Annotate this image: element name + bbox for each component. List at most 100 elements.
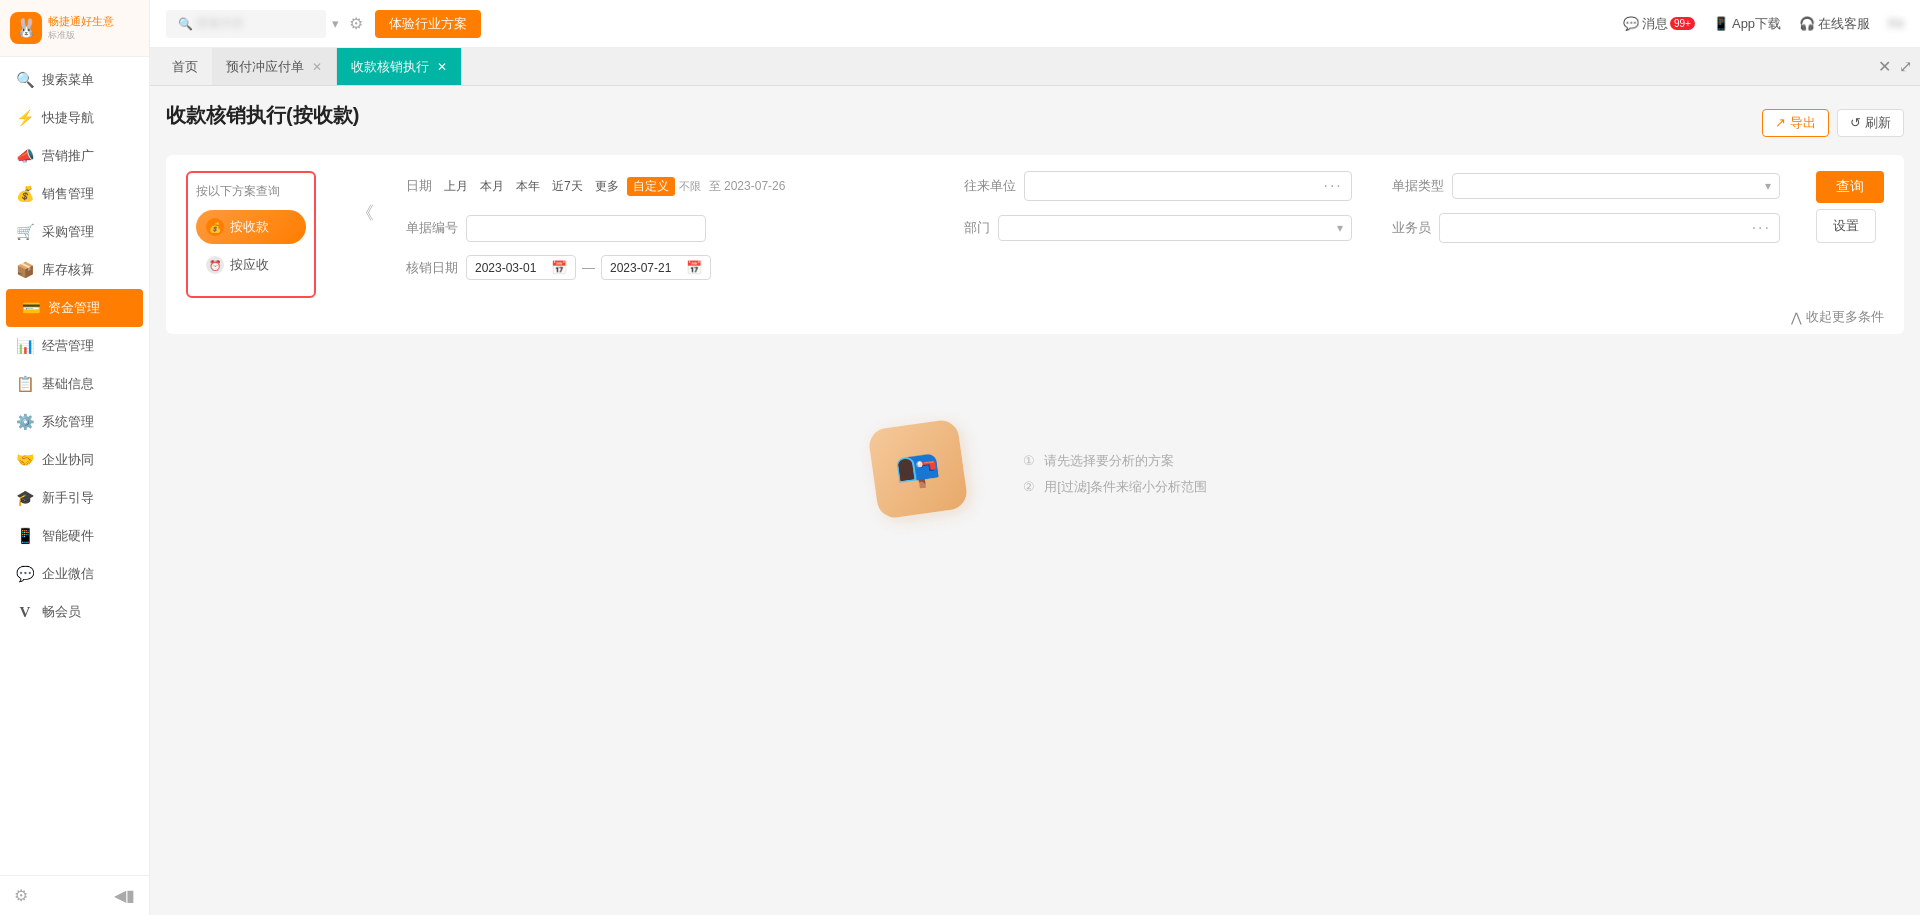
purchase-icon: 🛒	[16, 223, 34, 241]
bill-no-input[interactable]	[466, 215, 706, 242]
date-shortcuts: 上月 本月 本年 近7天 更多 自定义 不限 至 2023-07-26	[440, 177, 924, 196]
refresh-icon: ↺	[1850, 115, 1861, 130]
date-field-group: 日期 上月 本月 本年 近7天 更多 自定义 不限	[406, 177, 924, 196]
sidebar-item-enterprise[interactable]: 🤝 企业协同	[0, 441, 149, 479]
message-button[interactable]: 💬 消息 99+	[1623, 15, 1695, 33]
sidebar-item-finance[interactable]: 💳 资金管理	[6, 289, 143, 327]
collapse-sidebar-icon[interactable]: ◀▮	[114, 886, 135, 905]
sidebar-item-hardware[interactable]: 📱 智能硬件	[0, 517, 149, 555]
sidebar-item-label: 畅会员	[42, 603, 81, 621]
operations-icon: 📊	[16, 337, 34, 355]
system-icon: ⚙️	[16, 413, 34, 431]
date-to-text: 至 2023-07-26	[709, 178, 786, 195]
sidebar-item-label: 系统管理	[42, 413, 94, 431]
sidebar-item-guide[interactable]: 🎓 新手引导	[0, 479, 149, 517]
counterpart-field-group: 往来单位 ···	[964, 171, 1352, 201]
dept-label: 部门	[964, 219, 990, 237]
export-icon: ↗	[1775, 115, 1786, 130]
sidebar-item-base-info[interactable]: 📋 基础信息	[0, 365, 149, 403]
verify-date-label: 核销日期	[406, 259, 458, 277]
topbar-search[interactable]: 🔍 搜索内容	[166, 10, 326, 38]
sidebar-item-system[interactable]: ⚙️ 系统管理	[0, 403, 149, 441]
empty-state: 📭 ① 请先选择要分析的方案 ② 用[过滤]条件来缩小分析范围	[166, 334, 1904, 574]
tab-close-all-icon[interactable]: ✕	[1878, 57, 1891, 76]
sidebar-item-quick-nav[interactable]: ⚡ 快捷导航	[0, 99, 149, 137]
sales-icon: 💰	[16, 185, 34, 203]
sidebar-menu: 🔍 搜索菜单 ⚡ 快捷导航 📣 营销推广 💰 销售管理 🛒 采购管理 📦 库存核…	[0, 57, 149, 875]
page-action-buttons: ↗ 导出 ↺ 刷新	[1762, 109, 1904, 137]
topbar-gear-icon[interactable]: ⚙	[349, 14, 363, 33]
shortcut-this-year[interactable]: 本年	[512, 177, 544, 196]
empty-hints: ① 请先选择要分析的方案 ② 用[过滤]条件来缩小分析范围	[1023, 448, 1208, 500]
counterpart-dots-icon: ···	[1323, 177, 1342, 195]
topbar-chevron-icon[interactable]: ▾	[332, 16, 339, 31]
counterpart-select[interactable]: ···	[1024, 171, 1352, 201]
sidebar-item-vip[interactable]: V 畅会员	[0, 593, 149, 631]
date-range-dash: —	[582, 260, 595, 275]
verify-date-range: 2023-03-01 📅 — 2023-07-21 📅	[466, 255, 711, 280]
collapse-panel-icon[interactable]: 《	[356, 201, 374, 225]
sidebar-item-label: 资金管理	[48, 299, 100, 317]
tab-receipt[interactable]: 收款核销执行 ✕	[337, 48, 462, 85]
sidebar-item-label: 采购管理	[42, 223, 94, 241]
filter-by-receipt[interactable]: 💰 按收款	[196, 210, 306, 244]
sidebar-item-sales[interactable]: 💰 销售管理	[0, 175, 149, 213]
query-button[interactable]: 查询	[1816, 171, 1884, 203]
tab-expand-icon[interactable]: ⤢	[1899, 57, 1912, 76]
shortcut-last-month[interactable]: 上月	[440, 177, 472, 196]
verify-date-end-input[interactable]: 2023-07-21 📅	[601, 255, 711, 280]
tab-receipt-close-icon[interactable]: ✕	[437, 60, 447, 74]
calendar-start-icon: 📅	[551, 260, 567, 275]
export-button[interactable]: ↗ 导出	[1762, 109, 1829, 137]
topbar-left: 🔍 搜索内容 ▾ ⚙ 体验行业方案	[166, 10, 1623, 38]
sidebar-item-wechat[interactable]: 💬 企业微信	[0, 555, 149, 593]
shortcut-more[interactable]: 更多	[591, 177, 623, 196]
empty-hint-1: 请先选择要分析的方案	[1044, 453, 1174, 468]
dept-select[interactable]: ▾	[998, 215, 1352, 241]
shortcut-this-month[interactable]: 本月	[476, 177, 508, 196]
search-action-buttons: 查询 设置	[1816, 171, 1884, 243]
industry-solution-button[interactable]: 体验行业方案	[375, 10, 481, 38]
tab-home-label: 首页	[172, 58, 198, 76]
shortcut-custom[interactable]: 自定义	[627, 177, 675, 196]
bill-type-field-group: 单据类型 ▾	[1392, 173, 1780, 199]
tab-prepay-close-icon[interactable]: ✕	[312, 60, 322, 74]
page-content: 收款核销执行(按收款) ↗ 导出 ↺ 刷新 按以下方案查询 💰	[150, 86, 1920, 915]
sidebar-item-inventory[interactable]: 📦 库存核算	[0, 251, 149, 289]
verify-date-start-input[interactable]: 2023-03-01 📅	[466, 255, 576, 280]
verify-date-start-value: 2023-03-01	[475, 261, 536, 275]
date-label: 日期	[406, 177, 432, 195]
sidebar-item-marketing[interactable]: 📣 营销推广	[0, 137, 149, 175]
sidebar-item-operations[interactable]: 📊 经营管理	[0, 327, 149, 365]
message-icon: 💬	[1623, 16, 1639, 31]
bill-type-label: 单据类型	[1392, 177, 1444, 195]
tabbar-right-actions: ✕ ⤢	[1878, 57, 1912, 76]
panel-collapse-toggle[interactable]: 《	[356, 171, 374, 225]
logo-edition: 标准版	[48, 29, 114, 42]
date-no-limit: 不限	[679, 179, 701, 194]
tab-prepay[interactable]: 预付冲应付单 ✕	[212, 48, 337, 85]
settings-button[interactable]: 设置	[1816, 209, 1876, 243]
online-service-button[interactable]: 🎧 在线客服	[1799, 15, 1870, 33]
sidebar-item-search[interactable]: 🔍 搜索菜单	[0, 61, 149, 99]
filter-by-receivable[interactable]: ⏰ 按应收	[196, 248, 306, 282]
collapse-more-conditions[interactable]: ⋀ 收起更多条件	[186, 308, 1884, 326]
staff-label: 业务员	[1392, 219, 1431, 237]
settings-icon[interactable]: ⚙	[14, 886, 28, 905]
sidebar-item-label: 经营管理	[42, 337, 94, 355]
app-download-button[interactable]: 📱 App下载	[1713, 15, 1781, 33]
tab-prepay-label: 预付冲应付单	[226, 58, 304, 76]
enterprise-icon: 🤝	[16, 451, 34, 469]
shortcut-7days[interactable]: 近7天	[548, 177, 587, 196]
bill-type-select[interactable]: ▾	[1452, 173, 1780, 199]
user-name[interactable]: Rit	[1888, 16, 1904, 31]
filter-receipt-label: 按收款	[230, 218, 269, 236]
sidebar-item-label: 企业微信	[42, 565, 94, 583]
main-area: 🔍 搜索内容 ▾ ⚙ 体验行业方案 💬 消息 99+ 📱 App下载 🎧 在线客…	[150, 0, 1920, 915]
filter-receipt-icon: 💰	[206, 218, 224, 236]
sidebar-item-purchase[interactable]: 🛒 采购管理	[0, 213, 149, 251]
tab-home[interactable]: 首页	[158, 48, 212, 85]
refresh-button[interactable]: ↺ 刷新	[1837, 109, 1904, 137]
bill-no-field-group: 单据编号	[406, 215, 924, 242]
staff-select[interactable]: ···	[1439, 213, 1780, 243]
